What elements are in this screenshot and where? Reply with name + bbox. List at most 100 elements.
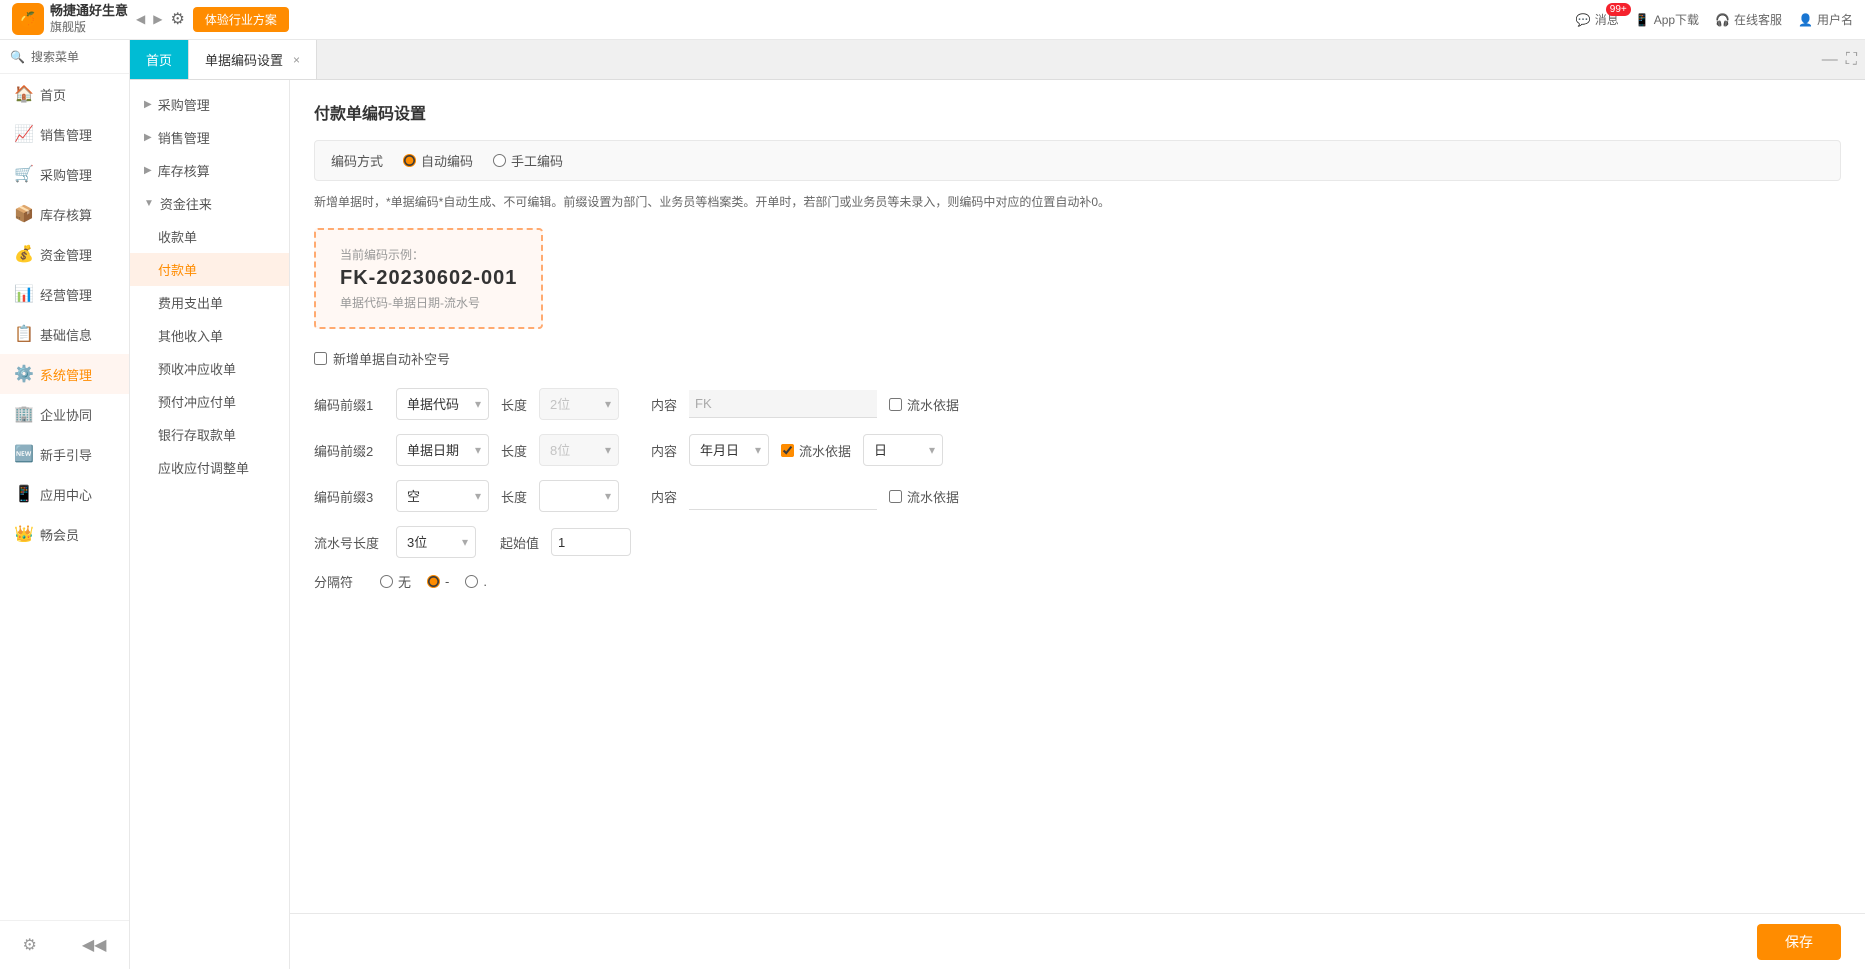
guide-icon: 🆕 (14, 444, 32, 464)
sidebar-item-system[interactable]: ⚙️ 系统管理 (0, 354, 129, 394)
prefix1-select-wrapper[interactable]: 单据代码 部门 业务员 仓库 空 (396, 388, 489, 420)
sidebar: 🔍 搜索菜单 🏠 首页 📈 销售管理 🛒 采购管理 📦 库存核算 💰 资金管理 … (0, 40, 130, 969)
sidebar-item-sales[interactable]: 📈 销售管理 (0, 114, 129, 154)
prefix1-length-wrapper: 2位 (539, 388, 619, 420)
tab-coding-settings[interactable]: 单据编码设置 × (189, 40, 317, 79)
sidebar-item-basic[interactable]: 📋 基础信息 (0, 314, 129, 354)
menu-item-receipt[interactable]: 收款单 (130, 220, 289, 253)
app-icon: 📱 (1635, 13, 1650, 27)
auto-code-radio[interactable] (403, 154, 416, 167)
prefix2-period-select[interactable]: 日 月 年 (863, 434, 943, 466)
sidebar-item-purchase[interactable]: 🛒 采购管理 (0, 154, 129, 194)
prefix3-stream-checkbox[interactable] (889, 490, 902, 503)
prefix2-content-wrapper[interactable]: 年月日 年月 年 (689, 434, 769, 466)
prefix1-stream-label: 流水依据 (889, 395, 959, 414)
home-icon: 🏠 (14, 84, 32, 104)
prefix1-stream-checkbox[interactable] (889, 398, 902, 411)
trial-button[interactable]: 体验行业方案 (193, 7, 289, 32)
prefix3-select[interactable]: 空 单据代码 部门 业务员 仓库 (396, 480, 489, 512)
save-button[interactable]: 保存 (1757, 924, 1841, 960)
menu-item-adjustment[interactable]: 应收应付调整单 (130, 451, 289, 484)
prefix2-stream-checkbox[interactable] (781, 444, 794, 457)
basic-icon: 📋 (14, 324, 32, 344)
auto-fill-checkbox[interactable] (314, 352, 327, 365)
prefix3-length-select[interactable] (539, 480, 619, 512)
purchase-expand-icon: ▶ (144, 99, 152, 110)
tab-close-button[interactable]: × (293, 53, 300, 67)
prefix3-content-input[interactable] (689, 482, 877, 510)
menu-item-income[interactable]: 其他收入单 (130, 319, 289, 352)
prefix3-length-wrapper[interactable] (539, 480, 619, 512)
prefix3-length-label: 长度 (501, 487, 527, 506)
separator-label: 分隔符 (314, 572, 364, 591)
nav-right-arrow[interactable]: ▶ (153, 12, 162, 26)
sep-dot-radio[interactable] (465, 575, 478, 588)
sidebar-collapse-button[interactable]: ◀◀ (76, 929, 113, 961)
prefix3-content-label: 内容 (651, 487, 677, 506)
menu-group-purchase[interactable]: ▶ 采购管理 (130, 88, 289, 121)
sep-dash-label[interactable]: - (427, 574, 449, 589)
tab-minimize-button[interactable]: — (1822, 51, 1838, 69)
sidebar-item-apps[interactable]: 📱 应用中心 (0, 474, 129, 514)
menu-group-inventory[interactable]: ▶ 库存核算 (130, 154, 289, 187)
main-content: 首页 单据编码设置 × — ⛶ ▶ 采购管理 ▶ 销售管理 (130, 40, 1865, 969)
sidebar-item-guide[interactable]: 🆕 新手引导 (0, 434, 129, 474)
serial-length-select[interactable]: 1位 2位 3位 4位 5位 (396, 526, 476, 558)
manual-code-radio-label[interactable]: 手工编码 (493, 151, 563, 170)
sidebar-item-inventory[interactable]: 📦 库存核算 (0, 194, 129, 234)
start-value-input[interactable] (551, 528, 631, 556)
menu-item-advance-receivable[interactable]: 预收冲应收单 (130, 352, 289, 385)
prefix2-length-select: 8位 (539, 434, 619, 466)
sep-dash-radio[interactable] (427, 575, 440, 588)
preview-code: FK-20230602-001 (340, 267, 517, 290)
prefix3-select-wrapper[interactable]: 空 单据代码 部门 业务员 仓库 (396, 480, 489, 512)
message-button[interactable]: 💬 消息 99+ (1576, 11, 1619, 28)
prefix1-select[interactable]: 单据代码 部门 业务员 仓库 空 (396, 388, 489, 420)
nav-left-arrow[interactable]: ◀ (136, 12, 145, 26)
tab-maximize-button[interactable]: ⛶ (1846, 51, 1857, 69)
sales-expand-icon: ▶ (144, 132, 152, 143)
prefix2-stream-label: 流水依据 (781, 441, 851, 460)
prefix1-length-label: 长度 (501, 395, 527, 414)
menu-group-capital[interactable]: ▼ 资金往来 (130, 187, 289, 220)
auto-fill-label[interactable]: 新增单据自动补空号 (333, 349, 450, 368)
online-service-button[interactable]: 🎧 在线客服 (1715, 11, 1782, 28)
sidebar-item-finance[interactable]: 💰 资金管理 (0, 234, 129, 274)
sidebar-item-member[interactable]: 👑 畅会员 (0, 514, 129, 554)
sep-dot-label[interactable]: . (465, 574, 487, 589)
sidebar-settings-button[interactable]: ⚙ (17, 929, 43, 961)
prefix2-content-select[interactable]: 年月日 年月 年 (689, 434, 769, 466)
sidebar-item-home[interactable]: 🏠 首页 (0, 74, 129, 114)
menu-item-expense[interactable]: 费用支出单 (130, 286, 289, 319)
prefix2-period-wrapper[interactable]: 日 月 年 (863, 434, 943, 466)
logo-icon: 🍊 (12, 3, 44, 35)
sidebar-item-enterprise[interactable]: 🏢 企业协同 (0, 394, 129, 434)
prefix2-select[interactable]: 单据日期 部门 业务员 仓库 空 (396, 434, 489, 466)
manual-code-radio[interactable] (493, 154, 506, 167)
sidebar-item-operation[interactable]: 📊 经营管理 (0, 274, 129, 314)
menu-item-advance-payable[interactable]: 预付冲应付单 (130, 385, 289, 418)
prefix1-content-label: 内容 (651, 395, 677, 414)
menu-item-bank[interactable]: 银行存取款单 (130, 418, 289, 451)
user-avatar[interactable]: 👤 用户名 (1798, 11, 1853, 28)
apps-icon: 📱 (14, 484, 32, 504)
operation-icon: 📊 (14, 284, 32, 304)
message-badge: 99+ (1606, 3, 1631, 16)
settings-icon[interactable]: ⚙ (170, 9, 184, 29)
auto-code-radio-label[interactable]: 自动编码 (403, 151, 473, 170)
page-title: 付款单编码设置 (314, 100, 1841, 124)
tab-home[interactable]: 首页 (130, 40, 189, 79)
menu-group-sales[interactable]: ▶ 销售管理 (130, 121, 289, 154)
sep-none-label[interactable]: 无 (380, 572, 411, 591)
sep-none-radio[interactable] (380, 575, 393, 588)
start-value-label: 起始值 (500, 533, 539, 552)
prefix2-select-wrapper[interactable]: 单据日期 部门 业务员 仓库 空 (396, 434, 489, 466)
serial-length-select-wrapper[interactable]: 1位 2位 3位 4位 5位 (396, 526, 476, 558)
prefix1-content-input[interactable] (689, 390, 877, 418)
app-download-button[interactable]: 📱 App下载 (1635, 11, 1699, 28)
top-bar-right: 💬 消息 99+ 📱 App下载 🎧 在线客服 👤 用户名 (1576, 11, 1853, 28)
notice-text: 新增单据时，*单据编码*自动生成、不可编辑。前缀设置为部门、业务员等档案类。开单… (314, 193, 1841, 212)
top-bar-nav: ◀ ▶ ⚙ (136, 9, 185, 29)
sidebar-search[interactable]: 🔍 搜索菜单 (0, 40, 129, 74)
menu-item-payment[interactable]: 付款单 (130, 253, 289, 286)
